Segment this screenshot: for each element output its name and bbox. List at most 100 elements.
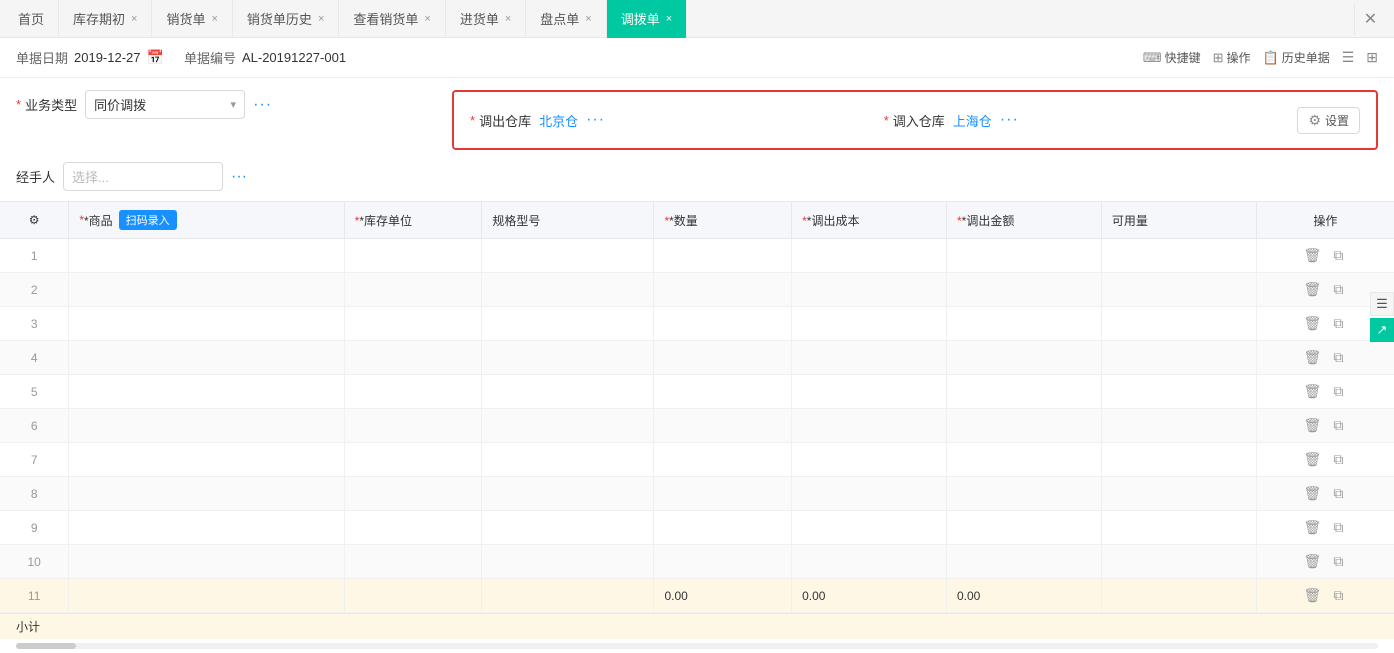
copy-icon-3[interactable]: ⧉ [1328,314,1348,334]
copy-icon-11[interactable]: ⧉ [1328,586,1348,606]
out-warehouse-dots[interactable]: ··· [586,111,605,129]
copy-icon-6[interactable]: ⧉ [1328,416,1348,436]
business-type-select[interactable]: 同价调拨 ▾ [85,90,245,119]
copy-icon-9[interactable]: ⧉ [1328,518,1348,538]
row-unit-10[interactable] [344,545,482,579]
row-amount-5[interactable] [946,375,1101,409]
row-cost-8[interactable] [792,477,947,511]
row-qty-10[interactable] [654,545,792,579]
row-cost-5[interactable] [792,375,947,409]
copy-icon-10[interactable]: ⧉ [1328,552,1348,572]
row-unit-5[interactable] [344,375,482,409]
row-cost-9[interactable] [792,511,947,545]
row-qty-2[interactable] [654,273,792,307]
copy-icon-1[interactable]: ⧉ [1328,246,1348,266]
row-goods-8[interactable] [69,477,344,511]
row-spec-1[interactable] [482,239,654,273]
in-warehouse-dots[interactable]: ··· [1000,111,1019,129]
row-qty-3[interactable] [654,307,792,341]
tab-view-sales[interactable]: 查看销货单 × [339,0,445,38]
row-avail-5[interactable] [1101,375,1256,409]
side-external-link-btn[interactable]: ↗ [1370,318,1394,342]
row-spec-5[interactable] [482,375,654,409]
row-amount-10[interactable] [946,545,1101,579]
delete-icon-4[interactable]: 🗑 [1302,348,1322,368]
row-qty-7[interactable] [654,443,792,477]
row-amount-3[interactable] [946,307,1101,341]
row-qty-4[interactable] [654,341,792,375]
row-unit-6[interactable] [344,409,482,443]
row-avail-10[interactable] [1101,545,1256,579]
row-amount-8[interactable] [946,477,1101,511]
window-close-button[interactable]: ✕ [1354,3,1386,35]
row-goods-1[interactable] [69,239,344,273]
tab-stocktake[interactable]: 盘点单 × [526,0,606,38]
delete-icon-9[interactable]: 🗑 [1302,518,1322,538]
row-amount-6[interactable] [946,409,1101,443]
row-unit-1[interactable] [344,239,482,273]
row-goods-7[interactable] [69,443,344,477]
tab-purchase-order[interactable]: 进货单 × [446,0,526,38]
date-value[interactable]: 2019-12-27 [74,50,141,65]
scan-btn[interactable]: 扫码录入 [119,210,177,230]
tab-transfer[interactable]: 调拨单 × [607,0,687,38]
copy-icon-8[interactable]: ⧉ [1328,484,1348,504]
row-avail-6[interactable] [1101,409,1256,443]
row-unit-4[interactable] [344,341,482,375]
row-spec-10[interactable] [482,545,654,579]
business-type-dots[interactable]: ··· [253,96,272,114]
delete-icon-6[interactable]: 🗑 [1302,416,1322,436]
row-cost-10[interactable] [792,545,947,579]
tab-sales-history[interactable]: 销货单历史 × [233,0,339,38]
history-btn[interactable]: 📋 历史单据 [1263,49,1330,66]
tab-close-purchase-order[interactable]: × [505,13,511,25]
row-goods-9[interactable] [69,511,344,545]
row-qty-1[interactable] [654,239,792,273]
row-cost-3[interactable] [792,307,947,341]
delete-icon-1[interactable]: 🗑 [1302,246,1322,266]
row-avail-9[interactable] [1101,511,1256,545]
row-spec-7[interactable] [482,443,654,477]
tab-inventory-init[interactable]: 库存期初 × [59,0,152,38]
row-goods-2[interactable] [69,273,344,307]
row-qty-8[interactable] [654,477,792,511]
row-amount-1[interactable] [946,239,1101,273]
row-spec-2[interactable] [482,273,654,307]
row-unit-9[interactable] [344,511,482,545]
copy-icon-2[interactable]: ⧉ [1328,280,1348,300]
tab-close-inventory-init[interactable]: × [131,13,137,25]
row-spec-6[interactable] [482,409,654,443]
copy-icon-4[interactable]: ⧉ [1328,348,1348,368]
copy-icon-7[interactable]: ⧉ [1328,450,1348,470]
delete-icon-2[interactable]: 🗑 [1302,280,1322,300]
delete-icon-5[interactable]: 🗑 [1302,382,1322,402]
tab-close-transfer[interactable]: × [666,13,672,25]
row-goods-3[interactable] [69,307,344,341]
tab-close-stocktake[interactable]: × [585,13,591,25]
out-warehouse-value[interactable]: 北京仓 [539,111,578,130]
tab-sales-order[interactable]: 销货单 × [152,0,232,38]
row-goods-10[interactable] [69,545,344,579]
row-cost-7[interactable] [792,443,947,477]
horizontal-scrollbar[interactable] [16,643,1378,649]
row-cost-1[interactable] [792,239,947,273]
row-avail-8[interactable] [1101,477,1256,511]
row-unit-7[interactable] [344,443,482,477]
col-settings[interactable]: ⚙ [0,202,69,239]
delete-icon-11[interactable]: 🗑 [1302,586,1322,606]
operation-btn[interactable]: ⊞ 操作 [1213,49,1251,66]
row-amount-7[interactable] [946,443,1101,477]
shortcut-btn[interactable]: ⌨ 快捷键 [1143,49,1201,66]
copy-icon-5[interactable]: ⧉ [1328,382,1348,402]
in-warehouse-value[interactable]: 上海仓 [953,111,992,130]
row-avail-3[interactable] [1101,307,1256,341]
row-avail-4[interactable] [1101,341,1256,375]
row-cost-6[interactable] [792,409,947,443]
row-spec-4[interactable] [482,341,654,375]
row-goods-4[interactable] [69,341,344,375]
row-goods-5[interactable] [69,375,344,409]
row-amount-9[interactable] [946,511,1101,545]
side-list-btn[interactable]: ☰ [1370,292,1394,316]
row-unit-3[interactable] [344,307,482,341]
settings-button[interactable]: ⚙ 设置 [1297,107,1360,134]
